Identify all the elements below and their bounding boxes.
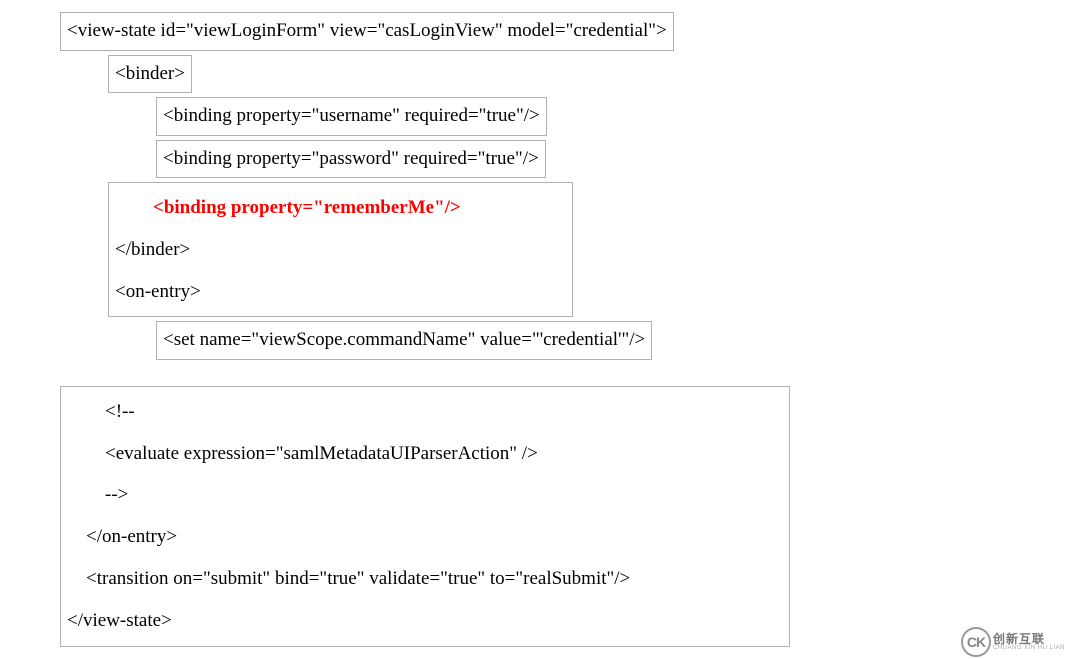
code-token: <view-state id="viewLoginForm" view="cas…	[60, 12, 674, 51]
code-line: <on-entry>	[115, 271, 566, 313]
code-line: </binder>	[115, 229, 566, 271]
code-line: <!--	[67, 391, 783, 433]
code-token: <set name="viewScope.commandName" value=…	[156, 321, 652, 360]
code-line: <set name="viewScope.commandName" value=…	[156, 319, 1013, 362]
code-line: <view-state id="viewLoginForm" view="cas…	[60, 10, 1013, 53]
code-line: -->	[67, 474, 783, 516]
logo-en-text: CHUANG XIN HU LIAN	[993, 645, 1065, 651]
logo-cn-text: 创新互联	[993, 633, 1065, 645]
code-line: <binding property="username" required="t…	[156, 95, 1013, 138]
code-line: <binder>	[108, 53, 1013, 96]
code-line: </view-state>	[67, 600, 783, 642]
logo-text: 创新互联 CHUANG XIN HU LIAN	[993, 633, 1065, 651]
code-token: <binder>	[108, 55, 192, 94]
code-line: <binding property="rememberMe"/>	[115, 187, 566, 229]
code-line: <transition on="submit" bind="true" vali…	[67, 558, 783, 600]
code-block: <!-- <evaluate expression="samlMetadataU…	[60, 386, 790, 647]
code-block: <binding property="rememberMe"/> </binde…	[108, 182, 573, 317]
logo-mark-icon: CK	[961, 627, 991, 657]
code-token: <binding property="username" required="t…	[156, 97, 547, 136]
code-line: </on-entry>	[67, 516, 783, 558]
code-line: <binding property="password" required="t…	[156, 138, 1013, 181]
highlighted-code: <binding property="rememberMe"/>	[115, 197, 461, 218]
watermark-logo: CK 创新互联 CHUANG XIN HU LIAN	[961, 627, 1065, 657]
code-token: <binding property="password" required="t…	[156, 140, 546, 179]
code-line: <evaluate expression="samlMetadataUIPars…	[67, 433, 783, 475]
